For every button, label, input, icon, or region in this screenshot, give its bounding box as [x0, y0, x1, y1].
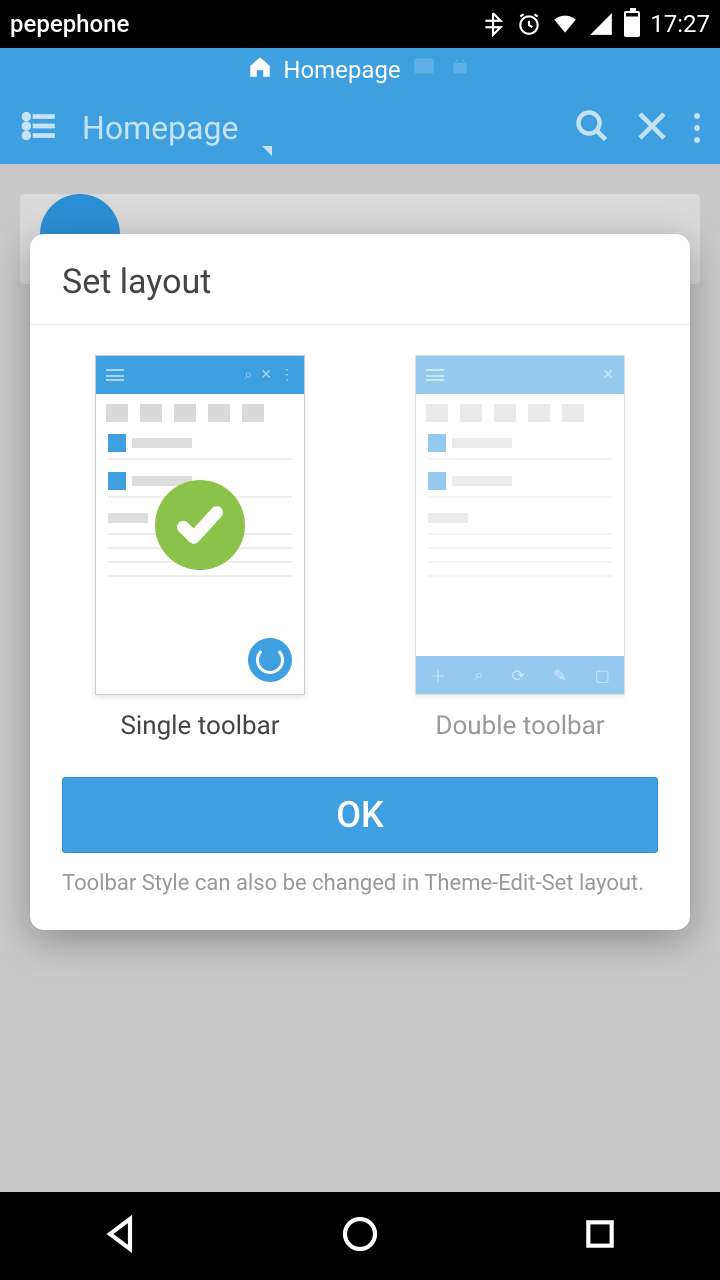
app-tabs-bar: Homepage [0, 48, 720, 92]
dialog-hint: Toolbar Style can also be changed in The… [30, 869, 690, 900]
menu-button[interactable] [20, 107, 58, 149]
search-button[interactable] [574, 108, 610, 148]
battery-icon [624, 11, 640, 37]
clock-label: 17:27 [650, 10, 710, 38]
selected-check-icon [155, 480, 245, 570]
preview-single: ⌕✕⋮ [95, 355, 305, 695]
app-toolbar: Homepage [0, 92, 720, 164]
signal-icon [588, 11, 614, 37]
tab-homepage[interactable]: Homepage [283, 56, 400, 84]
preview-double: ✕ ＋⌕⟳✎▢ [415, 355, 625, 695]
bluetooth-icon [480, 11, 506, 37]
option-double-label: Double toolbar [435, 711, 604, 741]
nav-back-button[interactable] [100, 1214, 140, 1258]
overflow-menu-button[interactable] [694, 113, 700, 143]
android-navbar [0, 1192, 720, 1280]
wifi-icon [552, 11, 578, 37]
dialog-title: Set layout [30, 234, 690, 325]
status-bar: pepephone 17:27 [0, 0, 720, 48]
nav-recent-button[interactable] [580, 1214, 620, 1258]
option-single-toolbar[interactable]: ⌕✕⋮ Single toolbar [95, 355, 305, 741]
close-button[interactable] [634, 108, 670, 148]
nav-home-button[interactable] [340, 1214, 380, 1258]
option-single-label: Single toolbar [120, 711, 279, 741]
dropdown-icon[interactable] [262, 146, 272, 156]
carrier-label: pepephone [10, 10, 129, 38]
tab-sms-icon[interactable] [411, 54, 437, 86]
fab-icon [248, 638, 292, 682]
dialog-overlay: Set layout ⌕✕⋮ [0, 164, 720, 1192]
toolbar-title[interactable]: Homepage [82, 109, 238, 147]
home-icon [247, 54, 273, 86]
option-double-toolbar[interactable]: ✕ ＋⌕⟳✎▢ Double toolbar [415, 355, 625, 741]
set-layout-dialog: Set layout ⌕✕⋮ [30, 234, 690, 930]
alarm-icon [516, 11, 542, 37]
tab-android-icon[interactable] [447, 54, 473, 86]
ok-button[interactable]: OK [62, 777, 658, 853]
